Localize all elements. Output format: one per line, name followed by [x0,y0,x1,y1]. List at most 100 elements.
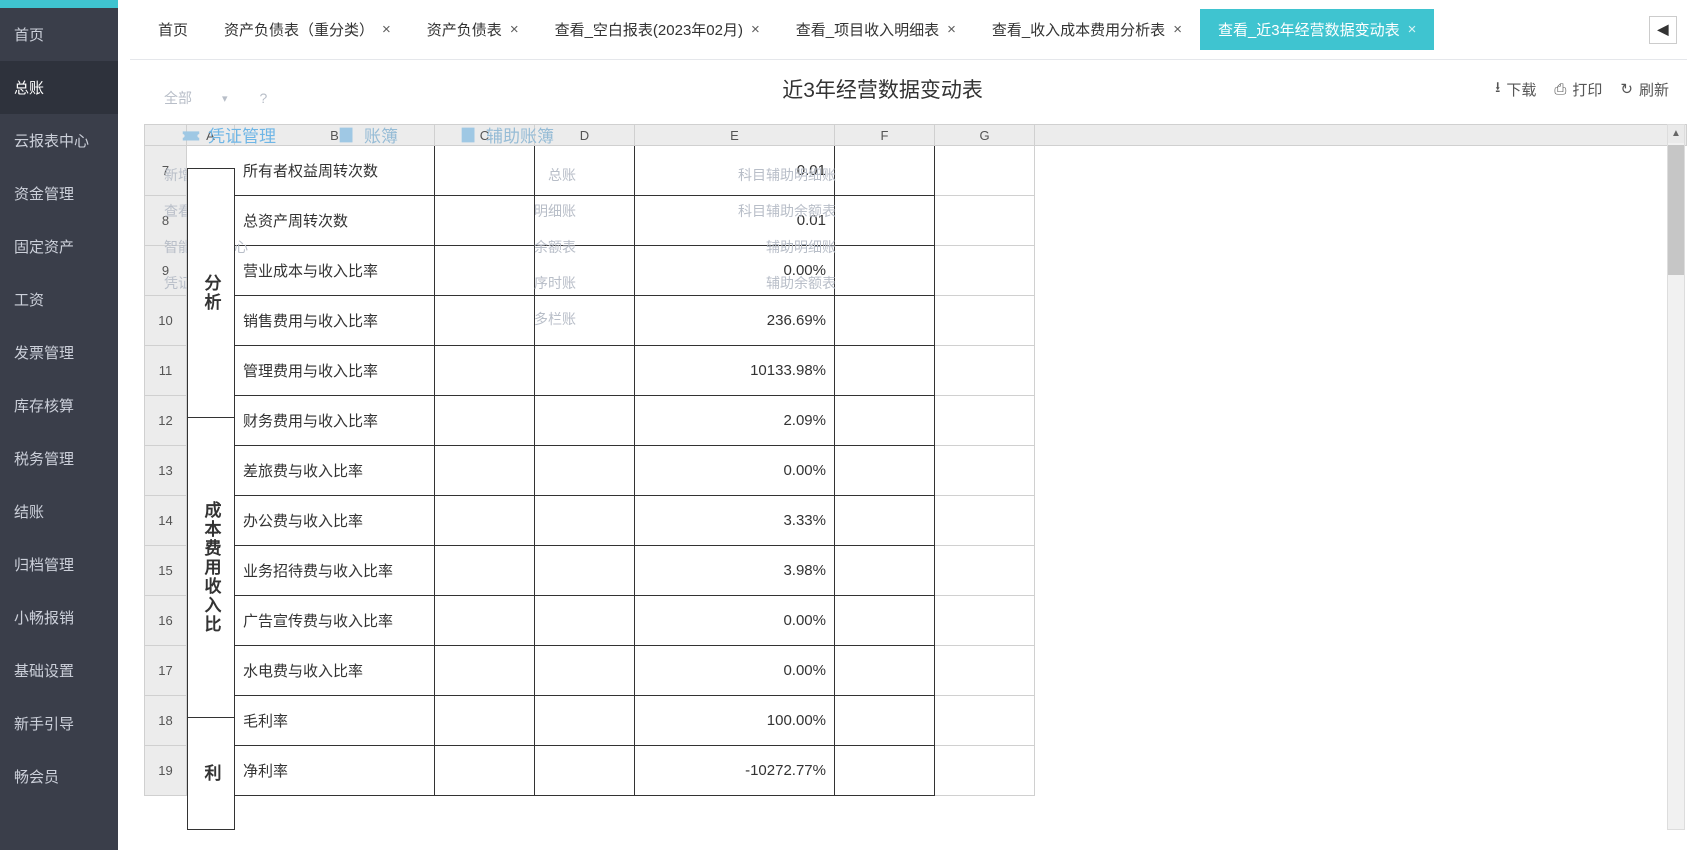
cell[interactable]: 0.01 [635,196,835,246]
cell[interactable] [935,196,1035,246]
row-number[interactable]: 15 [145,546,187,596]
col-header-a[interactable]: A [187,125,235,145]
cell[interactable] [535,146,635,196]
cell[interactable] [935,746,1035,796]
tab-3[interactable]: 查看_空白报表(2023年02月)× [537,9,778,50]
cell[interactable]: 财务费用与收入比率 [235,396,435,446]
row-number[interactable]: 9 [145,246,187,296]
cell[interactable]: 0.01 [635,146,835,196]
cell[interactable] [435,346,535,396]
row-number[interactable]: 13 [145,446,187,496]
tab-4[interactable]: 查看_项目收入明细表× [778,9,974,50]
close-icon[interactable]: × [751,21,760,38]
sidebar-item-6[interactable]: 发票管理 [0,326,118,379]
cell[interactable] [535,696,635,746]
cell[interactable] [435,546,535,596]
vertical-scrollbar[interactable]: ▲ [1667,124,1685,830]
cell[interactable] [835,546,935,596]
cell[interactable] [835,196,935,246]
cell[interactable] [935,696,1035,746]
sidebar-item-1[interactable]: 总账 [0,61,118,114]
tab-6[interactable]: 查看_近3年经营数据变动表× [1200,9,1434,50]
scroll-thumb[interactable] [1668,145,1684,275]
sidebar-item-11[interactable]: 小畅报销 [0,591,118,644]
cell[interactable] [835,596,935,646]
close-icon[interactable]: × [1173,21,1182,38]
cell[interactable]: 0.00% [635,446,835,496]
cell[interactable] [435,396,535,446]
cell[interactable] [835,396,935,446]
close-icon[interactable]: × [510,21,519,38]
cell[interactable]: 10133.98% [635,346,835,396]
merged-cell-a-group1[interactable]: 分析 [187,168,235,418]
col-header-f[interactable]: F [835,125,935,145]
cell[interactable] [835,696,935,746]
download-button[interactable]: ⭳ 下载 [1495,77,1536,102]
cell[interactable] [535,346,635,396]
cell[interactable]: 0.00% [635,246,835,296]
cell[interactable]: 3.33% [635,496,835,546]
sidebar-item-2[interactable]: 云报表中心 [0,114,118,167]
sidebar-item-7[interactable]: 库存核算 [0,379,118,432]
print-button[interactable]: ⎙ 打印 [1554,79,1602,100]
cell[interactable] [835,146,935,196]
cell[interactable] [435,146,535,196]
cell[interactable] [835,746,935,796]
col-header-g[interactable]: G [935,125,1035,145]
cell[interactable] [535,446,635,496]
row-number[interactable]: 8 [145,196,187,246]
cell[interactable] [935,396,1035,446]
cell[interactable] [935,546,1035,596]
col-header-d[interactable]: D [535,125,635,145]
cell[interactable]: 0.00% [635,646,835,696]
cell[interactable] [535,596,635,646]
cell[interactable]: 所有者权益周转次数 [235,146,435,196]
cell[interactable]: 广告宣传费与收入比率 [235,596,435,646]
corner-cell[interactable] [145,125,187,145]
cell[interactable]: 业务招待费与收入比率 [235,546,435,596]
cell[interactable] [435,596,535,646]
row-number[interactable]: 16 [145,596,187,646]
row-number[interactable]: 17 [145,646,187,696]
tab-5[interactable]: 查看_收入成本费用分析表× [974,9,1200,50]
cell[interactable] [435,646,535,696]
cell[interactable] [435,446,535,496]
cell[interactable] [935,296,1035,346]
cell[interactable] [535,196,635,246]
cell[interactable] [435,296,535,346]
cell[interactable]: 净利率 [235,746,435,796]
cell[interactable] [935,346,1035,396]
cell[interactable] [935,646,1035,696]
refresh-button[interactable]: ↻ 刷新 [1620,79,1669,100]
cell[interactable] [535,296,635,346]
tab-0[interactable]: 首页 [140,9,206,50]
merged-cell-a-group3[interactable]: 利 [187,718,235,830]
sidebar-item-12[interactable]: 基础设置 [0,644,118,697]
cell[interactable] [835,346,935,396]
cell[interactable]: 236.69% [635,296,835,346]
row-number[interactable]: 7 [145,146,187,196]
cell[interactable]: 0.00% [635,596,835,646]
cell[interactable]: -10272.77% [635,746,835,796]
sidebar-item-13[interactable]: 新手引导 [0,697,118,750]
cell[interactable]: 销售费用与收入比率 [235,296,435,346]
cell[interactable] [535,646,635,696]
sidebar-item-0[interactable]: 首页 [0,8,118,61]
sidebar-item-3[interactable]: 资金管理 [0,167,118,220]
cell[interactable] [835,446,935,496]
cell[interactable] [435,746,535,796]
scroll-up-arrow[interactable]: ▲ [1668,125,1684,143]
cell[interactable] [435,196,535,246]
cell[interactable] [835,246,935,296]
cell[interactable] [435,696,535,746]
cell[interactable]: 差旅费与收入比率 [235,446,435,496]
cell[interactable] [835,646,935,696]
close-icon[interactable]: × [382,21,391,38]
sidebar-item-10[interactable]: 归档管理 [0,538,118,591]
col-header-c[interactable]: C [435,125,535,145]
cell[interactable] [535,546,635,596]
cell[interactable] [535,396,635,446]
merged-cell-a-group2[interactable]: 成本费用收入比 [187,418,235,718]
cell[interactable] [535,746,635,796]
cell[interactable]: 营业成本与收入比率 [235,246,435,296]
